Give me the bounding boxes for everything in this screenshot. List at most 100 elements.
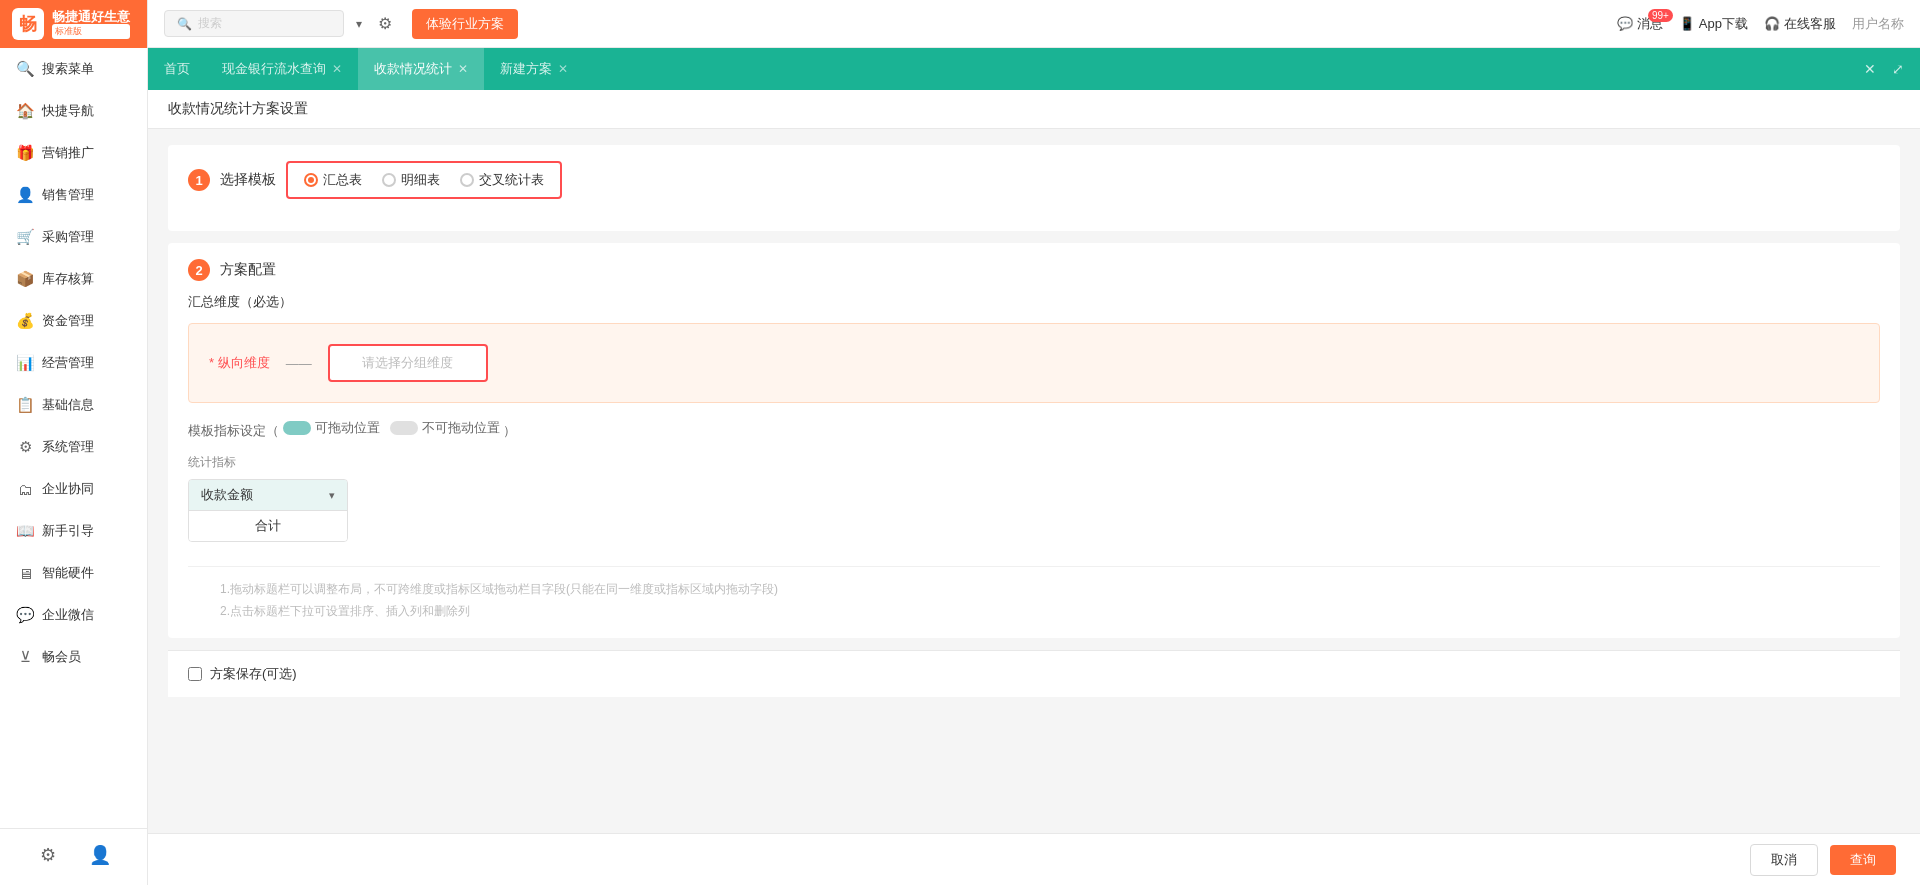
sidebar-item-label: 基础信息 (42, 396, 94, 414)
topbar-app-download[interactable]: 📱 App下载 (1679, 15, 1748, 33)
sidebar-user-icon[interactable]: 👤 (82, 837, 118, 873)
radio-detail[interactable]: 明细表 (382, 171, 440, 189)
save-section: 方案保存(可选) (168, 650, 1900, 697)
bank-flow-tab-close[interactable]: ✕ (332, 62, 342, 76)
service-label: 在线客服 (1784, 15, 1836, 33)
tip2: 2.点击标题栏下拉可设置排序、插入列和删除列 (188, 601, 1880, 623)
tab-home[interactable]: 首页 (148, 48, 206, 90)
cart-icon: 🛒 (16, 228, 34, 246)
tab-new-plan[interactable]: 新建方案 ✕ (484, 48, 584, 90)
sidebar-item-label: 企业微信 (42, 606, 94, 624)
page-header: 收款情况统计方案设置 (148, 90, 1920, 129)
metrics-chevron-icon: ▾ (329, 489, 335, 502)
chart-icon: 📊 (16, 354, 34, 372)
sidebar-bottom: ⚙ 👤 (0, 828, 147, 885)
search-box[interactable]: 🔍 搜索 (164, 10, 344, 37)
main-area: 🔍 搜索 ▾ ⚙ 体验行业方案 💬 消息 99+ 📱 App下载 🎧 在线客服 … (148, 0, 1920, 885)
metrics-row-total: 合计 (189, 511, 347, 541)
wechat-icon: 💬 (16, 606, 34, 624)
radio-summary[interactable]: 汇总表 (304, 171, 362, 189)
close-window-btn[interactable]: ✕ (1860, 59, 1880, 79)
sidebar-item-label: 畅会员 (42, 648, 81, 666)
cancel-button[interactable]: 取消 (1750, 844, 1818, 876)
tips-area: 1.拖动标题栏可以调整布局，不可跨维度或指标区域拖动栏目字段(只能在同一维度或指… (188, 566, 1880, 622)
topbar-msg[interactable]: 💬 消息 99+ (1617, 15, 1663, 33)
row-dim-select[interactable]: 请选择分组维度 (328, 344, 488, 382)
tab-collection-stat[interactable]: 收款情况统计 ✕ (358, 48, 484, 90)
clipboard-icon: 📋 (16, 396, 34, 414)
radio-detail-label: 明细表 (401, 171, 440, 189)
sidebar-item-member[interactable]: ⊻ 畅会员 (0, 636, 147, 678)
new-plan-tab-label: 新建方案 (500, 60, 552, 78)
radio-cross[interactable]: 交叉统计表 (460, 171, 544, 189)
stat-group-label: 统计指标 (188, 450, 348, 475)
sidebar-item-finance[interactable]: 💰 资金管理 (0, 300, 147, 342)
topbar-online-service[interactable]: 🎧 在线客服 (1764, 15, 1836, 33)
app-label: App下载 (1699, 15, 1748, 33)
sidebar-item-enterprise-wechat[interactable]: 💬 企业微信 (0, 594, 147, 636)
sidebar-item-marketing[interactable]: 🎁 营销推广 (0, 132, 147, 174)
sidebar-item-inventory[interactable]: 📦 库存核算 (0, 258, 147, 300)
topbar-dropdown[interactable]: ▾ (356, 17, 362, 31)
hardware-icon: 🖥 (16, 564, 34, 582)
nav-tabs: 首页 现金银行流水查询 ✕ 收款情况统计 ✕ 新建方案 ✕ ✕ ⤢ (148, 48, 1920, 90)
sidebar-item-new-guide[interactable]: 📖 新手引导 (0, 510, 147, 552)
sidebar-item-label: 营销推广 (42, 144, 94, 162)
service-icon: 🎧 (1764, 16, 1780, 31)
metrics-area: 模板指标设定（ 可拖动位置 不可拖动位置 ） (188, 419, 1880, 542)
step2-header: 2 方案配置 (188, 259, 1880, 281)
collection-stat-tab-close[interactable]: ✕ (458, 62, 468, 76)
sidebar-settings-icon[interactable]: ⚙ (30, 837, 66, 873)
step1-number: 1 (188, 169, 210, 191)
metrics-legend: 可拖动位置 不可拖动位置 (283, 419, 500, 437)
member-icon: ⊻ (16, 648, 34, 666)
fixed-toggle-icon (390, 421, 418, 435)
topbar-right: 💬 消息 99+ 📱 App下载 🎧 在线客服 用户名称 (1617, 15, 1904, 33)
sidebar-item-quick-nav[interactable]: 🏠 快捷导航 (0, 90, 147, 132)
msg-icon: 💬 (1617, 16, 1633, 31)
sidebar-item-label: 采购管理 (42, 228, 94, 246)
sidebar-item-sales[interactable]: 👤 销售管理 (0, 174, 147, 216)
sidebar-item-operation[interactable]: 📊 经营管理 (0, 342, 147, 384)
money-icon: 💰 (16, 312, 34, 330)
window-controls: ✕ ⤢ (1860, 59, 1920, 79)
query-button[interactable]: 查询 (1830, 845, 1896, 875)
new-plan-tab-close[interactable]: ✕ (558, 62, 568, 76)
search-placeholder: 搜索 (198, 15, 222, 32)
box-icon: 📦 (16, 270, 34, 288)
metrics-col-header[interactable]: 收款金额 ▾ (189, 480, 347, 511)
gear-icon: ⚙ (16, 438, 34, 456)
sidebar-item-search-menu[interactable]: 🔍 搜索菜单 (0, 48, 147, 90)
industry-btn[interactable]: 体验行业方案 (412, 9, 518, 39)
template-section: 1 选择模板 汇总表 明细表 (168, 145, 1900, 231)
logo-text: 畅捷通好生意 标准版 (52, 9, 130, 40)
topbar: 🔍 搜索 ▾ ⚙ 体验行业方案 💬 消息 99+ 📱 App下载 🎧 在线客服 … (148, 0, 1920, 48)
radio-summary-dot (308, 177, 314, 183)
expand-window-btn[interactable]: ⤢ (1888, 59, 1908, 79)
logo-icon: 畅 (12, 8, 44, 40)
sidebar-item-smart-hardware[interactable]: 🖥 智能硬件 (0, 552, 147, 594)
movable-legend: 可拖动位置 (283, 419, 380, 437)
sidebar-item-label: 销售管理 (42, 186, 94, 204)
sidebar-item-label: 新手引导 (42, 522, 94, 540)
topbar-gear-icon[interactable]: ⚙ (378, 14, 392, 33)
template-options-box: 汇总表 明细表 交叉统计表 (286, 161, 562, 199)
msg-badge: 99+ (1648, 9, 1673, 22)
sidebar-item-label: 库存核算 (42, 270, 94, 288)
save-checkbox[interactable] (188, 667, 202, 681)
sidebar-item-label: 资金管理 (42, 312, 94, 330)
sidebar-item-enterprise-collab[interactable]: 🗂 企业协同 (0, 468, 147, 510)
collection-stat-tab-label: 收款情况统计 (374, 60, 452, 78)
search-icon: 🔍 (177, 17, 192, 31)
save-label: 方案保存(可选) (210, 665, 297, 683)
sidebar-item-purchase[interactable]: 🛒 采购管理 (0, 216, 147, 258)
sidebar-item-system[interactable]: ⚙ 系统管理 (0, 426, 147, 468)
sidebar-item-label: 搜索菜单 (42, 60, 94, 78)
sidebar-item-basic-info[interactable]: 📋 基础信息 (0, 384, 147, 426)
radio-cross-circle (460, 173, 474, 187)
content-area: 收款情况统计方案设置 1 选择模板 汇总表 (148, 90, 1920, 833)
radio-summary-circle (304, 173, 318, 187)
tab-bank-flow[interactable]: 现金银行流水查询 ✕ (206, 48, 358, 90)
metrics-tables-row: 统计指标 收款金额 ▾ 合计 (188, 450, 1880, 542)
radio-cross-label: 交叉统计表 (479, 171, 544, 189)
